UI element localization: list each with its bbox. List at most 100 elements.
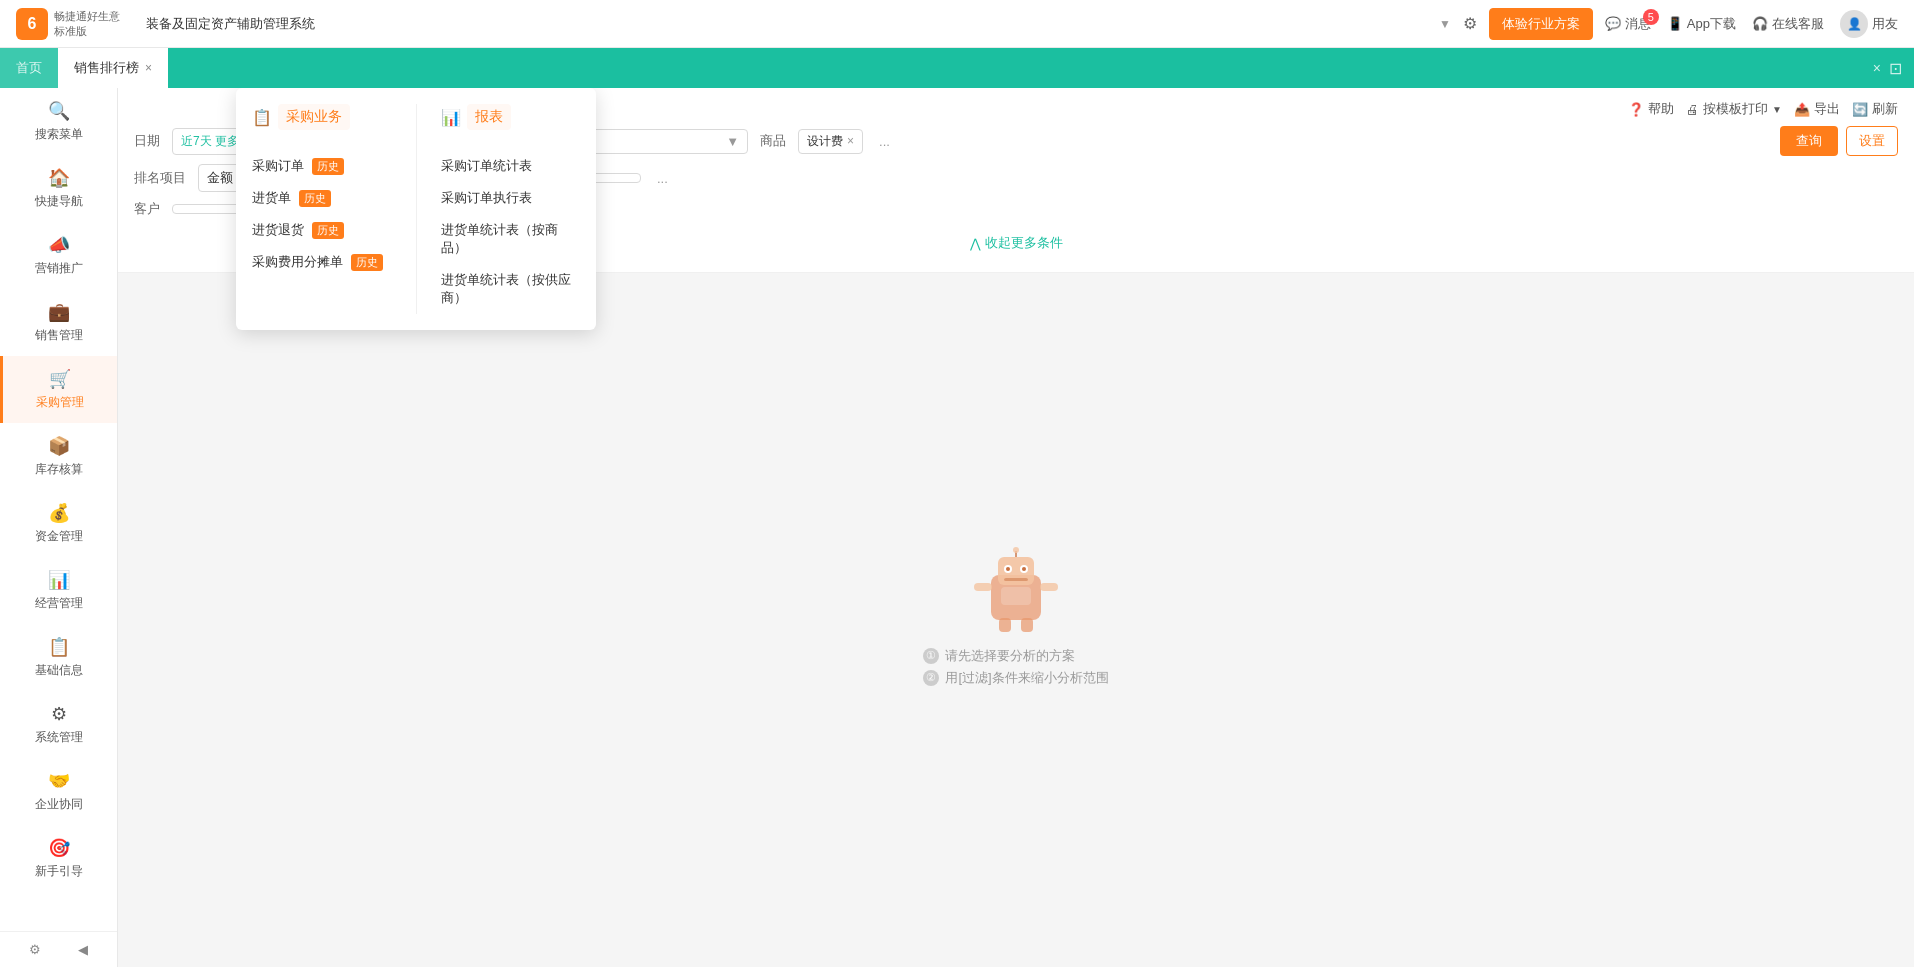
avatar: 👤 [1840, 10, 1868, 38]
main-layout: 🔍 搜索菜单 🏠 快捷导航 📣 营销推广 💼 销售管理 🛒 采购管理 📦 库存核… [0, 88, 1914, 967]
sidebar-item-base-info[interactable]: 📋 基础信息 [0, 624, 117, 691]
sidebar-item-guide[interactable]: 🎯 新手引导 [0, 825, 117, 892]
salesman-dots[interactable]: ... [657, 171, 668, 186]
setting-btn[interactable]: 设置 [1846, 126, 1898, 156]
hist-badge-2: 历史 [312, 222, 344, 239]
message-badge: 5 [1643, 9, 1659, 25]
incoming-order-item[interactable]: 进货单 历史 [252, 182, 392, 214]
sidebar-item-label: 企业协同 [35, 796, 83, 813]
sidebar-item-label: 基础信息 [35, 662, 83, 679]
export-btn[interactable]: 📤 导出 [1794, 100, 1840, 118]
trial-btn[interactable]: 体验行业方案 [1489, 8, 1593, 40]
query-btn[interactable]: 查询 [1780, 126, 1838, 156]
dropdown-col2-title: 📊 报表 [441, 104, 581, 138]
purchase-icon: 🛒 [49, 368, 71, 390]
hint1-num: ① [923, 648, 939, 664]
top-right: 💬 消息 5 📱 App下载 🎧 在线客服 👤 用友 [1605, 10, 1898, 38]
sidebar-item-search[interactable]: 🔍 搜索菜单 [0, 88, 117, 155]
dropdown-col-reports: 📊 报表 采购订单统计表 采购订单执行表 进货单统计表（按商品） 进货单统计表（… [441, 104, 581, 314]
tab-window-close-icon[interactable]: × [1873, 60, 1881, 76]
marketing-icon: 📣 [48, 234, 70, 256]
return-goods-label: 进货退货 [252, 221, 304, 239]
print-icon: 🖨 [1686, 102, 1699, 117]
message-btn[interactable]: 💬 消息 5 [1605, 15, 1651, 33]
sidebar-item-label: 快捷导航 [35, 193, 83, 210]
app-download-btn[interactable]: 📱 App下载 [1667, 15, 1736, 33]
purchase-cost-item[interactable]: 采购费用分摊单 历史 [252, 246, 392, 278]
incoming-order-label: 进货单 [252, 189, 291, 207]
hist-badge-1: 历史 [299, 190, 331, 207]
help-btn[interactable]: ❓ 帮助 [1628, 100, 1674, 118]
sidebar-item-operations[interactable]: 📊 经营管理 [0, 557, 117, 624]
purchase-business-icon: 📋 [252, 108, 272, 127]
rank-label: 排名项目 [134, 169, 186, 187]
print-btn[interactable]: 🖨 按模板打印 ▼ [1686, 100, 1782, 118]
sidebar-item-label: 搜索菜单 [35, 126, 83, 143]
tab-close-icon[interactable]: × [145, 61, 152, 75]
sidebar-item-quick-nav[interactable]: 🏠 快捷导航 [0, 155, 117, 222]
empty-state: ① 请先选择要分析的方案 ② 用[过滤]条件来缩小分析范围 [118, 273, 1914, 952]
sidebar-item-sales[interactable]: 💼 销售管理 [0, 289, 117, 356]
svg-rect-13 [1001, 587, 1031, 605]
hint2-text: 用[过滤]条件来缩小分析范围 [945, 669, 1108, 687]
dropdown-arrow-icon: ▼ [1439, 17, 1451, 31]
svg-point-4 [1006, 567, 1010, 571]
sidebar-item-purchase[interactable]: 🛒 采购管理 [0, 356, 117, 423]
goods-tag: 设计费 × [798, 129, 863, 154]
purchase-order-stats-item[interactable]: 采购订单统计表 [441, 150, 581, 182]
tab-sales-rank-label: 销售排行榜 [74, 59, 139, 77]
hint1-text: 请先选择要分析的方案 [945, 647, 1075, 665]
sidebar-item-inventory[interactable]: 📦 库存核算 [0, 423, 117, 490]
sidebar-collapse-icon[interactable]: ◀ [78, 942, 88, 957]
customer-label: 客户 [134, 200, 160, 218]
search-icon: 🔍 [48, 100, 70, 122]
tab-home[interactable]: 首页 [0, 48, 58, 88]
sidebar-item-label: 新手引导 [35, 863, 83, 880]
svg-point-5 [1022, 567, 1026, 571]
settings-icon[interactable]: ⚙ [1463, 14, 1477, 33]
online-service-btn[interactable]: 🎧 在线客服 [1752, 15, 1824, 33]
goods-dots[interactable]: ... [879, 134, 890, 149]
system-title: 装备及固定资产辅助管理系统 [146, 15, 1427, 33]
sidebar-item-label: 营销推广 [35, 260, 83, 277]
tab-sales-rank[interactable]: 销售排行榜 × [58, 48, 168, 88]
print-arrow-icon: ▼ [1772, 104, 1782, 115]
finance-icon: 💰 [48, 502, 70, 524]
sidebar-item-finance[interactable]: 💰 资金管理 [0, 490, 117, 557]
home-icon: 🏠 [48, 167, 70, 189]
operations-icon: 📊 [48, 569, 70, 591]
top-bar: 6 畅捷通好生意 标准版 装备及固定资产辅助管理系统 ▼ ⚙ 体验行业方案 💬 … [0, 0, 1914, 48]
purchase-order-exec-label: 采购订单执行表 [441, 189, 532, 207]
svg-point-12 [1013, 547, 1019, 553]
purchase-cost-label: 采购费用分摊单 [252, 253, 343, 271]
toolbar-right: ❓ 帮助 🖨 按模板打印 ▼ 📤 导出 🔄 刷新 [1628, 100, 1898, 118]
refresh-btn[interactable]: 🔄 刷新 [1852, 100, 1898, 118]
svg-rect-6 [1004, 578, 1028, 581]
collapse-icon: ⋀ [970, 236, 981, 251]
sidebar-item-label: 销售管理 [35, 327, 83, 344]
help-icon: ❓ [1628, 102, 1644, 117]
inbound-goods-stats-item[interactable]: 进货单统计表（按商品） [441, 214, 581, 264]
voucher-status-arrow: ▼ [726, 134, 739, 149]
tab-bar-actions: × ⊡ [1861, 59, 1914, 78]
user-btn[interactable]: 👤 用友 [1840, 10, 1898, 38]
logo-area: 6 畅捷通好生意 标准版 [16, 8, 134, 40]
sidebar-item-marketing[interactable]: 📣 营销推广 [0, 222, 117, 289]
base-info-icon: 📋 [48, 636, 70, 658]
goods-tag-close[interactable]: × [847, 134, 854, 148]
inbound-supplier-stats-item[interactable]: 进货单统计表（按供应商） [441, 264, 581, 314]
sidebar-settings-icon[interactable]: ⚙ [29, 942, 41, 957]
tab-home-label: 首页 [16, 59, 42, 77]
sidebar-item-system[interactable]: ⚙ 系统管理 [0, 691, 117, 758]
purchase-order-item[interactable]: 采购订单 历史 [252, 150, 392, 182]
enterprise-icon: 🤝 [48, 770, 70, 792]
headset-icon: 🎧 [1752, 16, 1768, 31]
return-goods-item[interactable]: 进货退货 历史 [252, 214, 392, 246]
sidebar-item-enterprise[interactable]: 🤝 企业协同 [0, 758, 117, 825]
inventory-icon: 📦 [48, 435, 70, 457]
svg-rect-7 [974, 583, 992, 591]
purchase-order-exec-item[interactable]: 采购订单执行表 [441, 182, 581, 214]
tab-maximize-icon[interactable]: ⊡ [1889, 59, 1902, 78]
empty-robot-svg [966, 545, 1066, 635]
svg-rect-10 [1021, 618, 1033, 632]
